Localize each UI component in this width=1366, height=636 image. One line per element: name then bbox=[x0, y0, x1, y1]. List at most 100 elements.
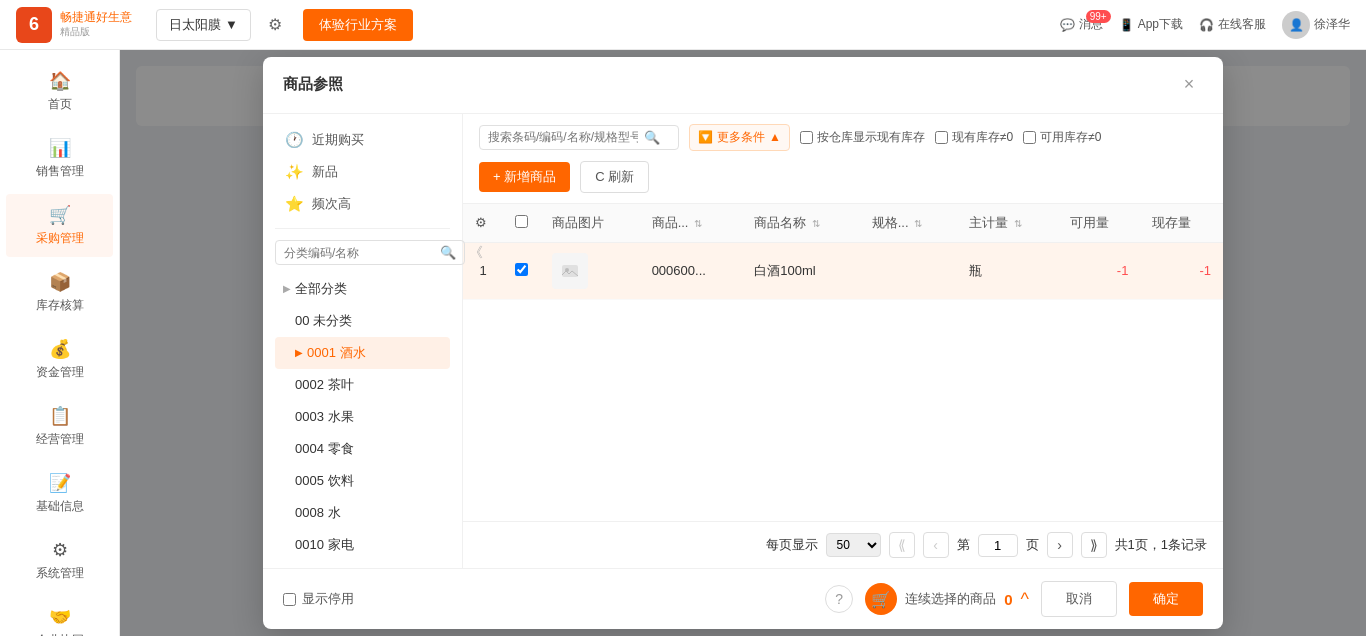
category-0003-label: 0003 水果 bbox=[295, 408, 354, 426]
category-0005[interactable]: 0005 饮料 bbox=[275, 465, 450, 497]
finance-icon: 💰 bbox=[49, 338, 71, 360]
show-disabled-checkbox[interactable] bbox=[283, 593, 296, 606]
row-checkbox[interactable] bbox=[515, 263, 528, 276]
logo-icon: 6 bbox=[16, 7, 52, 43]
clock-icon: 🕐 bbox=[285, 131, 304, 149]
checkbox-available-label[interactable]: 可用库存≠0 bbox=[1023, 129, 1101, 146]
quick-link-new[interactable]: ✨ 新品 bbox=[275, 156, 450, 188]
refresh-button[interactable]: C 刷新 bbox=[580, 161, 649, 193]
category-0002-label: 0002 茶叶 bbox=[295, 376, 354, 394]
checkbox-available[interactable] bbox=[1023, 131, 1036, 144]
category-0001[interactable]: ▶ 0001 酒水 bbox=[275, 337, 450, 369]
image-placeholder-icon bbox=[560, 261, 580, 281]
show-disabled-text: 显示停用 bbox=[302, 590, 354, 608]
filter-icon: 🔽 bbox=[698, 130, 713, 144]
help-button[interactable]: ? bbox=[825, 585, 853, 613]
category-search-icon: 🔍 bbox=[440, 245, 456, 260]
cancel-button[interactable]: 取消 bbox=[1041, 581, 1117, 617]
last-page-button[interactable]: ⟫ bbox=[1081, 532, 1107, 558]
svg-rect-0 bbox=[562, 265, 578, 277]
confirm-button[interactable]: 确定 bbox=[1129, 582, 1203, 616]
first-page-button[interactable]: ⟪ bbox=[889, 532, 915, 558]
prev-page-button[interactable]: ‹ bbox=[923, 532, 949, 558]
checkbox-stock-label[interactable]: 现有库存≠0 bbox=[935, 129, 1013, 146]
customer-service-button[interactable]: 🎧 在线客服 bbox=[1199, 16, 1266, 33]
modal-title: 商品参照 bbox=[283, 75, 343, 94]
cell-code: 000600... bbox=[640, 242, 743, 299]
checkbox-warehouse-label[interactable]: 按仓库显示现有库存 bbox=[800, 129, 925, 146]
gear-button[interactable]: ⚙ bbox=[259, 9, 291, 41]
sidebar-item-purchase[interactable]: 🛒 采购管理 bbox=[6, 194, 113, 257]
sidebar-item-home[interactable]: 🏠 首页 bbox=[6, 60, 113, 123]
cell-checkbox[interactable] bbox=[503, 242, 540, 299]
category-search-box[interactable]: 🔍 bbox=[275, 240, 465, 265]
sidebar-label-collab: 企业协同 bbox=[36, 632, 84, 636]
quick-link-new-label: 新品 bbox=[312, 163, 338, 181]
col-available: 可用量 bbox=[1058, 204, 1141, 243]
sidebar-label-purchase: 采购管理 bbox=[36, 230, 84, 247]
table-row[interactable]: 1 bbox=[463, 242, 1223, 299]
cart-collapse-button[interactable]: ^ bbox=[1021, 589, 1029, 610]
cell-spec bbox=[860, 242, 958, 299]
product-search-box[interactable]: 🔍 bbox=[479, 125, 679, 150]
page-size-select[interactable]: 50 10 20 100 bbox=[826, 533, 881, 557]
message-button[interactable]: 💬 消息 99+ bbox=[1060, 16, 1103, 33]
quick-link-frequent-label: 频次高 bbox=[312, 195, 351, 213]
app-icon: 📱 bbox=[1119, 18, 1134, 32]
category-all-label: 全部分类 bbox=[295, 280, 347, 298]
page-number-input[interactable] bbox=[978, 534, 1018, 557]
checkbox-available-text: 可用库存≠0 bbox=[1040, 129, 1101, 146]
category-0008[interactable]: 0008 水 bbox=[275, 497, 450, 529]
col-code[interactable]: 商品... ⇅ bbox=[640, 204, 743, 243]
basics-icon: 📝 bbox=[49, 472, 71, 494]
col-spec[interactable]: 规格... ⇅ bbox=[860, 204, 958, 243]
new-icon: ✨ bbox=[285, 163, 304, 181]
headset-icon: 🎧 bbox=[1199, 18, 1214, 32]
message-badge: 99+ bbox=[1086, 10, 1111, 23]
modal-header: 商品参照 × bbox=[263, 57, 1223, 114]
category-all[interactable]: ▶ 全部分类 bbox=[275, 273, 450, 305]
app-download-button[interactable]: 📱 App下载 bbox=[1119, 16, 1183, 33]
user-area[interactable]: 👤 徐泽华 bbox=[1282, 11, 1350, 39]
sidebar-item-inventory[interactable]: 📦 库存核算 bbox=[6, 261, 113, 324]
sidebar-item-finance[interactable]: 💰 资金管理 bbox=[6, 328, 113, 391]
category-search-input[interactable] bbox=[284, 246, 434, 260]
header-right: 💬 消息 99+ 📱 App下载 🎧 在线客服 👤 徐泽华 bbox=[1060, 11, 1350, 39]
category-00[interactable]: 00 未分类 bbox=[275, 305, 450, 337]
cart-button[interactable]: 🛒 bbox=[865, 583, 897, 615]
trial-button[interactable]: 体验行业方案 bbox=[303, 9, 413, 41]
quick-link-frequent[interactable]: ⭐ 频次高 bbox=[275, 188, 450, 220]
category-0002[interactable]: 0002 茶叶 bbox=[275, 369, 450, 401]
quick-link-recent[interactable]: 🕐 近期购买 bbox=[275, 124, 450, 156]
sidebar-item-collab[interactable]: 🤝 企业协同 bbox=[6, 596, 113, 636]
pagination: 每页显示 50 10 20 100 ⟪ ‹ 第 页 bbox=[463, 521, 1223, 568]
col-image: 商品图片 bbox=[540, 204, 640, 243]
sidebar-item-operations[interactable]: 📋 经营管理 bbox=[6, 395, 113, 458]
next-page-button[interactable]: › bbox=[1047, 532, 1073, 558]
category-0010[interactable]: 0010 家电 bbox=[275, 529, 450, 558]
store-selector[interactable]: 日太阳膜 ▼ bbox=[156, 9, 251, 41]
modal-body: 🕐 近期购买 ✨ 新品 ⭐ 频次高 bbox=[263, 114, 1223, 568]
settings-icon[interactable]: ⚙ bbox=[475, 215, 487, 230]
category-0004[interactable]: 0004 零食 bbox=[275, 433, 450, 465]
checkbox-stock[interactable] bbox=[935, 131, 948, 144]
select-all-checkbox[interactable] bbox=[515, 215, 528, 228]
sidebar-item-basics[interactable]: 📝 基础信息 bbox=[6, 462, 113, 525]
modal-close-button[interactable]: × bbox=[1175, 71, 1203, 99]
modal-overlay: 商品参照 × 🕐 近期购买 ✨ bbox=[120, 50, 1366, 636]
col-code-label: 商品... bbox=[652, 215, 689, 230]
sidebar-item-sales[interactable]: 📊 销售管理 bbox=[6, 127, 113, 190]
product-search-input[interactable] bbox=[488, 130, 638, 144]
col-unit[interactable]: 主计量 ⇅ bbox=[957, 204, 1057, 243]
checkbox-stock-text: 现有库存≠0 bbox=[952, 129, 1013, 146]
checkbox-warehouse[interactable] bbox=[800, 131, 813, 144]
home-icon: 🏠 bbox=[49, 70, 71, 92]
new-product-button[interactable]: + 新增商品 bbox=[479, 162, 570, 192]
filter-button[interactable]: 🔽 更多条件 ▲ bbox=[689, 124, 790, 151]
panel-collapse-button[interactable]: 《 bbox=[469, 237, 483, 269]
col-name[interactable]: 商品名称 ⇅ bbox=[742, 204, 860, 243]
show-disabled-label[interactable]: 显示停用 bbox=[283, 590, 354, 608]
category-0003[interactable]: 0003 水果 bbox=[275, 401, 450, 433]
sidebar-item-system[interactable]: ⚙ 系统管理 bbox=[6, 529, 113, 592]
cart-area: 🛒 连续选择的商品 0 ^ bbox=[865, 583, 1029, 615]
